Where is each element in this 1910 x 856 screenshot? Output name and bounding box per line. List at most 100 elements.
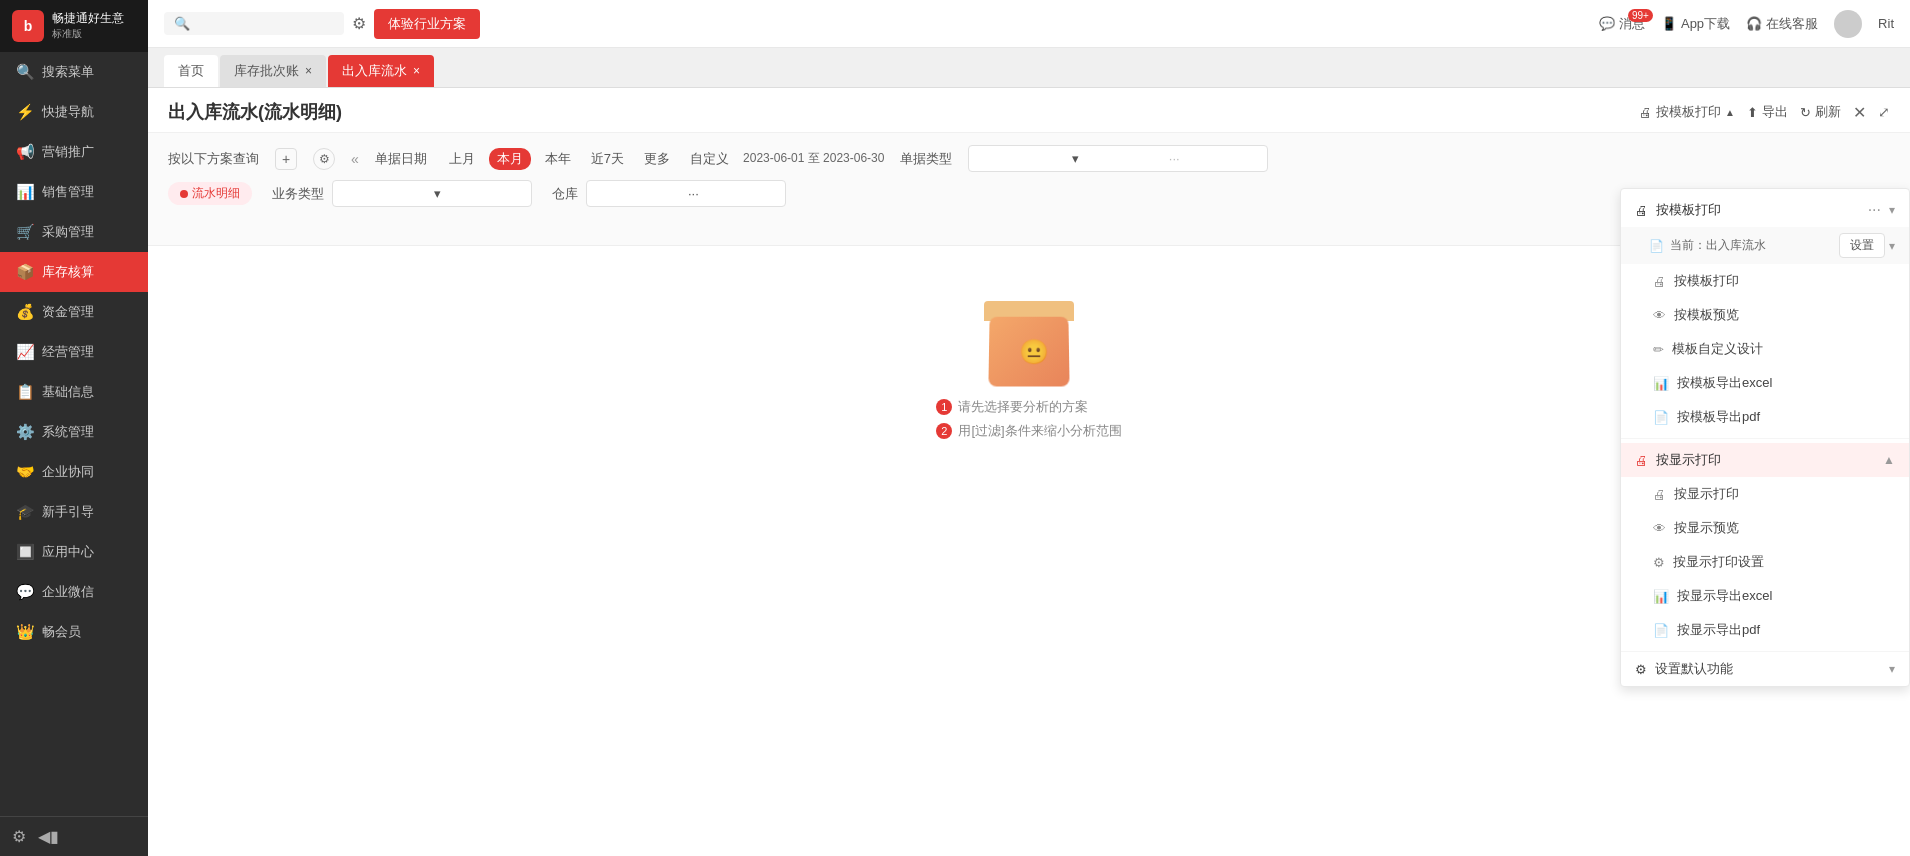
topbar-left: 🔍 ⚙ 体验行业方案 [164, 9, 1587, 39]
template-print-item[interactable]: 🖨 按模板打印 [1621, 264, 1909, 298]
empty-hints: 1 请先选择要分析的方案 2 用[过滤]条件来缩小分析范围 [936, 398, 1121, 446]
sidebar-item-finance[interactable]: 💰 资金管理 [0, 292, 148, 332]
date-btn-prev-month[interactable]: 上月 [443, 148, 481, 170]
search-input[interactable] [196, 16, 316, 31]
industry-solution-button[interactable]: 体验行业方案 [374, 9, 480, 39]
empty-illustration: 😐 [969, 286, 1089, 386]
template-export-pdf-item[interactable]: 📄 按模板导出pdf [1621, 400, 1909, 434]
money-icon: 💰 [16, 303, 34, 321]
tab-batch[interactable]: 库存批次账 × [220, 55, 326, 87]
date-btn-this-year[interactable]: 本年 [539, 148, 577, 170]
empty-hint-1: 1 请先选择要分析的方案 [936, 398, 1121, 416]
user-avatar[interactable] [1834, 10, 1862, 38]
filter-settings-button[interactable]: ⚙ [313, 148, 335, 170]
more-icon: ··· [688, 186, 775, 201]
expand-icon[interactable]: ⤢ [1878, 104, 1890, 120]
template-export-excel-item[interactable]: 📊 按模板导出excel [1621, 366, 1909, 400]
page-title: 出入库流水(流水明细) [168, 100, 342, 124]
sidebar-item-search[interactable]: 🔍 搜索菜单 [0, 52, 148, 92]
item-label: 按模板预览 [1674, 306, 1739, 324]
sidebar-item-member[interactable]: 👑 畅会员 [0, 612, 148, 652]
app-logo: b 畅捷通好生意 标准版 [0, 0, 148, 52]
sidebar-item-apps[interactable]: 🔲 应用中心 [0, 532, 148, 572]
display-print-settings-item[interactable]: ⚙ 按显示打印设置 [1621, 545, 1909, 579]
item-label: 按模板导出pdf [1677, 408, 1760, 426]
tab-close-icon[interactable]: × [413, 64, 420, 78]
item-label: 按显示打印 [1674, 485, 1739, 503]
date-btn-more[interactable]: 更多 [638, 148, 676, 170]
sidebar-item-marketing[interactable]: 📢 营销推广 [0, 132, 148, 172]
filter-label: 按以下方案查询 [168, 150, 259, 168]
sidebar-item-basic[interactable]: 📋 基础信息 [0, 372, 148, 412]
template-custom-item[interactable]: ✏ 模板自定义设计 [1621, 332, 1909, 366]
excel-icon: 📊 [1653, 589, 1669, 604]
hint-text-2: 用[过滤]条件来缩小分析范围 [958, 422, 1121, 440]
tab-label: 出入库流水 [342, 62, 407, 80]
date-btn-custom[interactable]: 自定义 [684, 148, 735, 170]
hint-num-1: 1 [936, 399, 952, 415]
topbar-right: 💬 消息 99+ 📱 App下载 🎧 在线客服 Rit [1599, 10, 1894, 38]
app-download-button[interactable]: 📱 App下载 [1661, 15, 1730, 33]
sidebar-item-sales[interactable]: 📊 销售管理 [0, 172, 148, 212]
sidebar-item-operation[interactable]: 📈 经营管理 [0, 332, 148, 372]
display-export-pdf-item[interactable]: 📄 按显示导出pdf [1621, 613, 1909, 647]
chevron-up-icon: ▲ [1725, 107, 1735, 118]
pdf-icon: 📄 [1653, 410, 1669, 425]
topbar-gear-icon[interactable]: ⚙ [352, 14, 366, 33]
filter-add-button[interactable]: + [275, 148, 297, 170]
display-export-excel-item[interactable]: 📊 按显示导出excel [1621, 579, 1909, 613]
tab-close-icon[interactable]: × [305, 64, 312, 78]
template-settings-button[interactable]: 设置 [1839, 233, 1885, 258]
sidebar-item-label: 资金管理 [42, 303, 94, 321]
preview-icon: 👁 [1653, 308, 1666, 323]
sidebar-item-wechat[interactable]: 💬 企业微信 [0, 572, 148, 612]
online-service-button[interactable]: 🎧 在线客服 [1746, 15, 1818, 33]
empty-hint-2: 2 用[过滤]条件来缩小分析范围 [936, 422, 1121, 440]
template-section-header[interactable]: 🖨 按模板打印 ··· ▾ [1621, 193, 1909, 227]
display-header-left: 🖨 按显示打印 [1635, 451, 1721, 469]
sidebar-item-guide[interactable]: 🎓 新手引导 [0, 492, 148, 532]
warehouse-select[interactable]: ··· [586, 180, 786, 207]
date-filters: 上月 本月 本年 近7天 更多 自定义 2023-06-01 至 2023-06… [443, 148, 885, 170]
hint-num-2: 2 [936, 423, 952, 439]
sidebar-item-shortcut[interactable]: ⚡ 快捷导航 [0, 92, 148, 132]
refresh-button[interactable]: ↻ 刷新 [1800, 103, 1841, 121]
biz-type-select[interactable]: ▾ [332, 180, 532, 207]
export-button[interactable]: ⬆ 导出 [1747, 103, 1788, 121]
dropdown-more-icon[interactable]: ··· [1868, 201, 1881, 219]
excel-icon: 📊 [1653, 376, 1669, 391]
display-print-item[interactable]: 🖨 按显示打印 [1621, 477, 1909, 511]
page-content: 出入库流水(流水明细) 🖨 按模板打印 ▲ ⬆ 导出 ↻ 刷新 ✕ ⤢ [148, 88, 1910, 856]
flow-icon: 📄 [1649, 239, 1664, 253]
refresh-icon: ↻ [1800, 105, 1811, 120]
collapse-menu-icon[interactable]: ◀▮ [38, 827, 59, 846]
biz-type-label: 业务类型 [272, 185, 324, 203]
page-close-icon[interactable]: ✕ [1853, 103, 1866, 122]
app-edition: 标准版 [52, 27, 124, 41]
tab-flow[interactable]: 出入库流水 × [328, 55, 434, 87]
doc-type-select[interactable]: ▾ ··· [968, 145, 1268, 172]
template-preview-item[interactable]: 👁 按模板预览 [1621, 298, 1909, 332]
headset-icon: 🎧 [1746, 16, 1762, 31]
sidebar-item-purchase[interactable]: 🛒 采购管理 [0, 212, 148, 252]
template-print-button[interactable]: 🖨 按模板打印 ▲ [1639, 103, 1735, 121]
message-button[interactable]: 💬 消息 99+ [1599, 15, 1645, 33]
settings-icon[interactable]: ⚙ [12, 827, 26, 846]
display-section-header[interactable]: 🖨 按显示打印 ▲ [1621, 443, 1909, 477]
topbar-search-box[interactable]: 🔍 [164, 12, 344, 35]
sidebar-item-cooperation[interactable]: 🤝 企业协同 [0, 452, 148, 492]
template-print-dropdown: 🖨 按模板打印 ··· ▾ 📄 当前：出入库流水 设置 [1620, 188, 1910, 687]
display-preview-item[interactable]: 👁 按显示预览 [1621, 511, 1909, 545]
sidebar-item-inventory[interactable]: 📦 库存核算 [0, 252, 148, 292]
chevron-down-icon: ▾ [1889, 239, 1895, 253]
date-btn-this-month[interactable]: 本月 [489, 148, 531, 170]
date-range-display: 2023-06-01 至 2023-06-30 [743, 150, 884, 167]
tab-home[interactable]: 首页 [164, 55, 218, 87]
filter-collapse-icon[interactable]: « [351, 151, 359, 167]
sidebar-item-system[interactable]: ⚙️ 系统管理 [0, 412, 148, 452]
date-btn-7days[interactable]: 近7天 [585, 148, 630, 170]
sidebar-item-label: 应用中心 [42, 543, 94, 561]
flow-tag[interactable]: 流水明细 [168, 182, 252, 205]
set-default-button[interactable]: ⚙ 设置默认功能 ▾ [1621, 652, 1909, 686]
template-section-label: 按模板打印 [1656, 201, 1721, 219]
